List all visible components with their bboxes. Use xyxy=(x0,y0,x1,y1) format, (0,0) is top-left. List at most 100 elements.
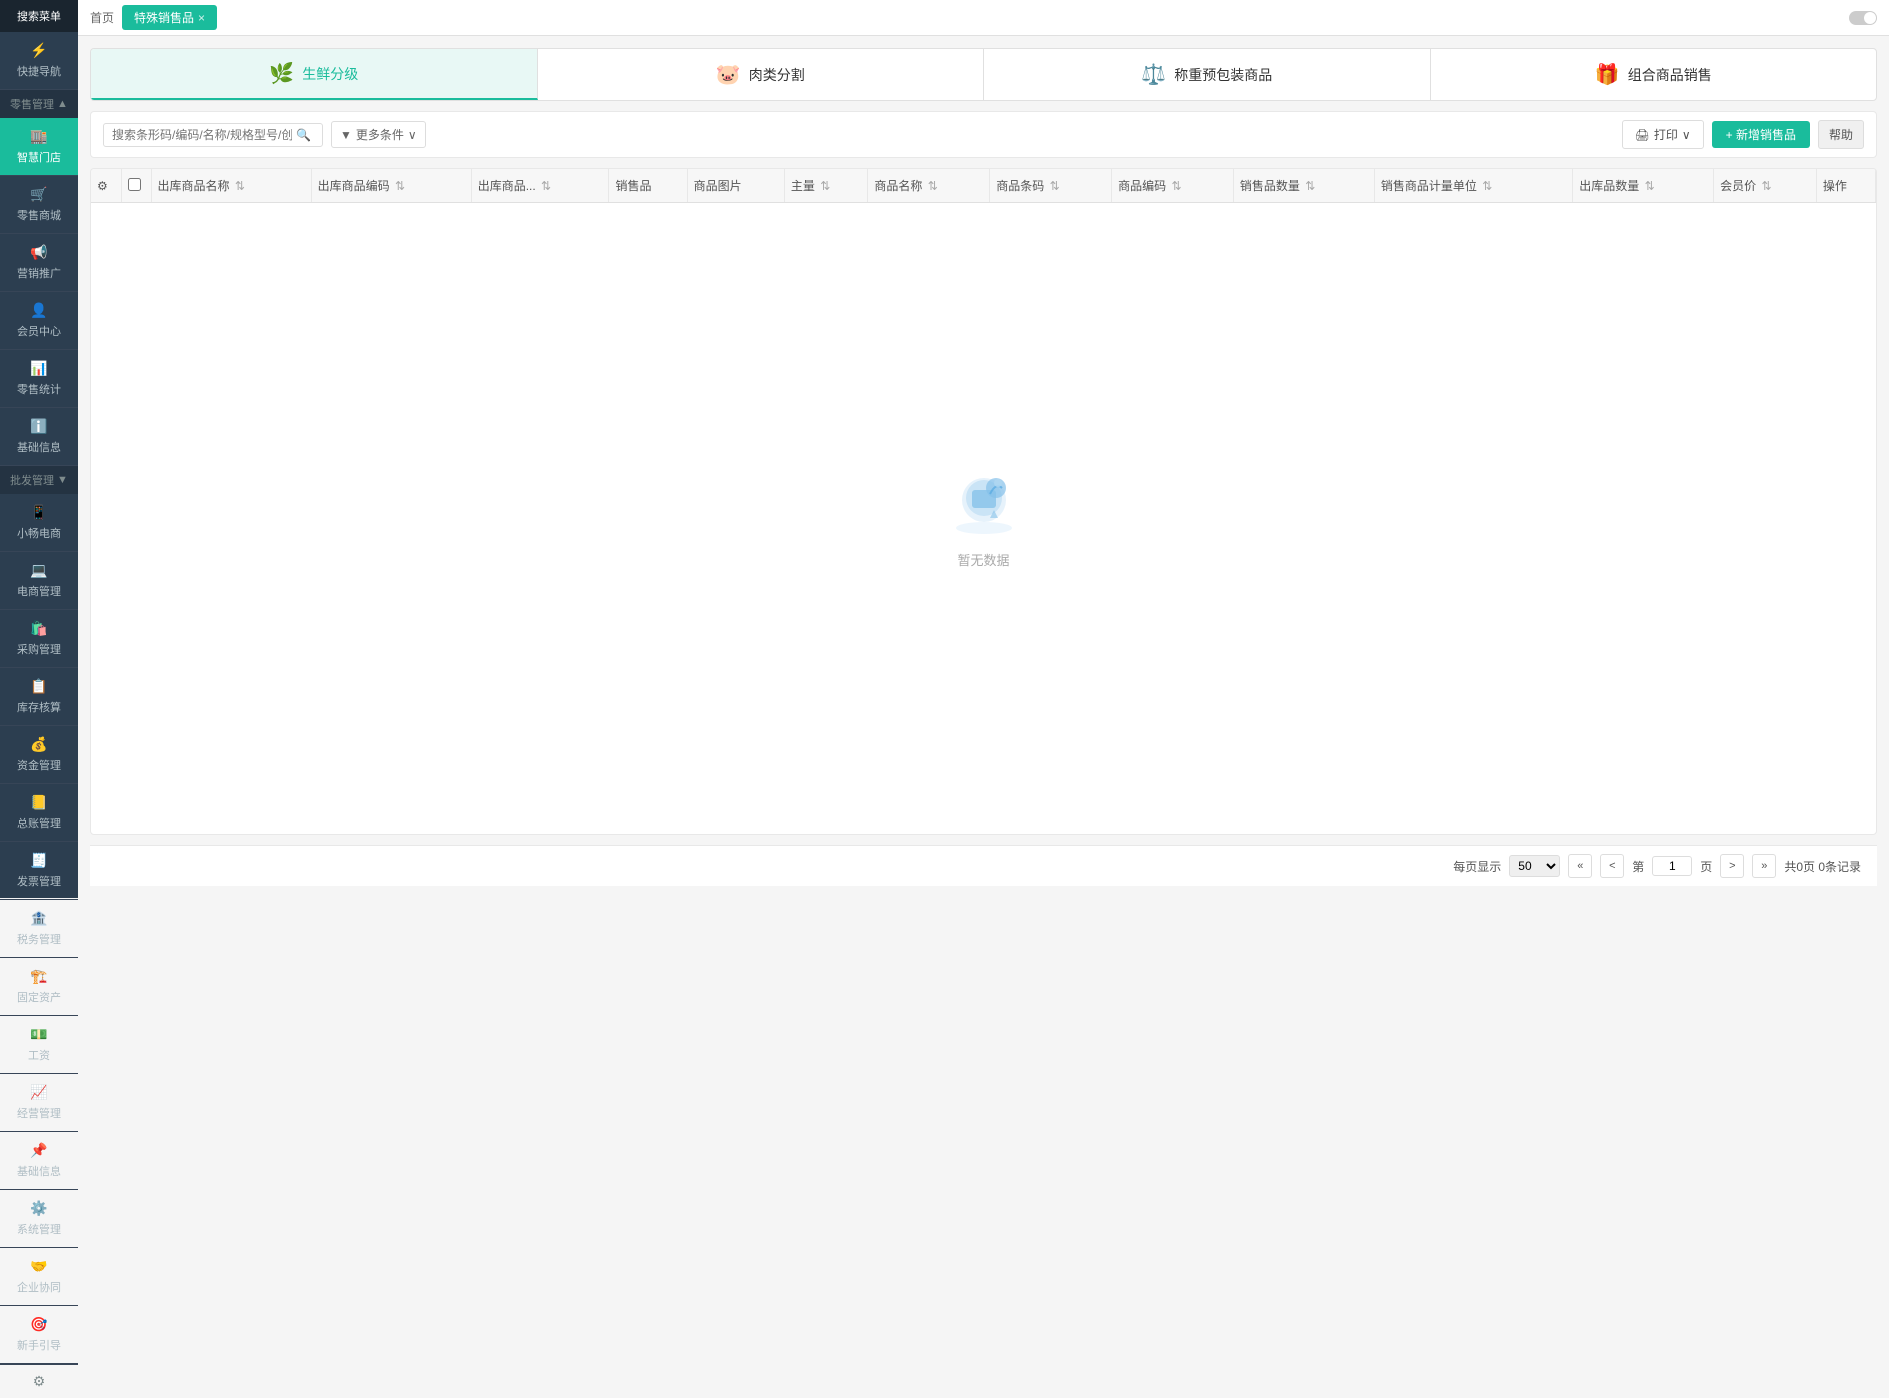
col-sale-item[interactable]: 销售品 xyxy=(609,169,687,203)
col-out-name[interactable]: 出库商品名称 ⇅ xyxy=(151,169,311,203)
print-button[interactable]: 🖨 打印 ∨ xyxy=(1622,120,1704,149)
filter-button[interactable]: ▼ 更多条件 ∨ xyxy=(331,121,426,148)
last-page-button[interactable]: » xyxy=(1752,854,1776,878)
tab-combo-sales[interactable]: 🎁 组合商品销售 xyxy=(1431,49,1877,100)
pagination: 每页显示 50 100 200 « < 第 页 > » 共0页 0条记录 xyxy=(90,845,1877,886)
sidebar-item-label: 税务管理 xyxy=(17,931,61,947)
col-sale-qty[interactable]: 销售品数量 ⇅ xyxy=(1233,169,1374,203)
sidebar-item-capital-manage[interactable]: 💰 资金管理 xyxy=(0,726,78,784)
topbar-home[interactable]: 首页 xyxy=(90,9,114,26)
sidebar-item-smart-store[interactable]: 🏬 智慧门店 xyxy=(0,118,78,176)
col-out-spec[interactable]: 出库商品... ⇅ xyxy=(471,169,609,203)
sidebar-item-company[interactable]: 🤝 企业协同 xyxy=(0,1248,78,1306)
col-product-img[interactable]: 商品图片 xyxy=(687,169,784,203)
topbar-right xyxy=(1849,11,1877,25)
sidebar-item-label: 采购管理 xyxy=(17,641,61,657)
filter-label: 更多条件 xyxy=(356,126,404,143)
col-member-price[interactable]: 会员价 ⇅ xyxy=(1714,169,1817,203)
data-table-wrap: ⚙ 出库商品名称 ⇅ 出库商品编码 ⇅ 出库商品... ⇅ xyxy=(90,168,1877,835)
new-guide-icon: 🎯 xyxy=(30,1316,47,1333)
general-ledger-icon: 📒 xyxy=(30,794,47,811)
basic-info2-icon: 📌 xyxy=(30,1142,47,1159)
sidebar-item-label: 新手引导 xyxy=(17,1337,61,1353)
sidebar-item-sales-promo[interactable]: 📢 营销推广 xyxy=(0,234,78,292)
tab-combo-sales-label: 组合商品销售 xyxy=(1628,65,1712,85)
chevron-down-icon2: ▼ xyxy=(57,474,68,486)
sidebar-item-stock-check[interactable]: 📋 库存核算 xyxy=(0,668,78,726)
sort-icon6: ⇅ xyxy=(1050,179,1060,193)
tax-icon: 🏦 xyxy=(30,910,47,927)
topbar: 首页 特殊销售品 × xyxy=(78,0,1889,36)
page-input[interactable] xyxy=(1652,856,1692,876)
main-content: 首页 特殊销售品 × 🌿 生鲜分级 🐷 肉类分割 ⚖️ 称重预包装商品 xyxy=(78,0,1889,898)
sidebar-item-member-center[interactable]: 👤 会员中心 xyxy=(0,292,78,350)
purchase-manage-icon: 🛍️ xyxy=(30,620,47,637)
search-box[interactable]: 🔍 xyxy=(103,123,323,147)
table-header: ⚙ 出库商品名称 ⇅ 出库商品编码 ⇅ 出库商品... ⇅ xyxy=(91,169,1876,203)
select-all-checkbox[interactable] xyxy=(128,178,141,191)
sidebar-item-tax[interactable]: 🏦 税务管理 xyxy=(0,900,78,958)
search-icon: 🔍 xyxy=(296,128,311,142)
sidebar-item-label: 固定资产 xyxy=(17,989,61,1005)
help-button[interactable]: 帮助 xyxy=(1818,120,1864,149)
topbar-tab-close[interactable]: × xyxy=(198,11,205,25)
weight-pack-icon: ⚖️ xyxy=(1141,62,1166,87)
tab-meat-cut[interactable]: 🐷 肉类分割 xyxy=(538,49,985,100)
print-label: 打印 xyxy=(1654,126,1678,143)
sidebar-item-label: 系统管理 xyxy=(17,1221,61,1237)
page-size-select[interactable]: 50 100 200 xyxy=(1509,855,1560,877)
col-settings[interactable]: ⚙ xyxy=(91,169,121,203)
member-center-icon: 👤 xyxy=(30,302,47,319)
capital-manage-icon: 💰 xyxy=(30,736,47,753)
col-main-unit[interactable]: 主量 ⇅ xyxy=(784,169,868,203)
sidebar: 搜索菜单 ⚡ 快捷导航 零售管理 ▲ 🏬 智慧门店 🛒 零售商城 📢 营销推广 … xyxy=(0,0,78,898)
sidebar-item-mini-ecom[interactable]: 📱 小畅电商 xyxy=(0,494,78,552)
sidebar-item-ecom-manage[interactable]: 💻 电商管理 xyxy=(0,552,78,610)
sidebar-item-invoice[interactable]: 🧾 发票管理 xyxy=(0,842,78,900)
sidebar-item-wages[interactable]: 💵 工资 xyxy=(0,1016,78,1074)
sort-icon9: ⇅ xyxy=(1482,179,1492,193)
sidebar-item-retail-mall[interactable]: 🛒 零售商城 xyxy=(0,176,78,234)
sidebar-item-system-manage[interactable]: ⚙️ 系统管理 xyxy=(0,1190,78,1248)
sidebar-item-general-ledger[interactable]: 📒 总账管理 xyxy=(0,784,78,842)
col-product-code[interactable]: 商品编码 ⇅ xyxy=(1112,169,1234,203)
col-out-qty[interactable]: 出库品数量 ⇅ xyxy=(1573,169,1714,203)
toolbar: 🔍 ▼ 更多条件 ∨ 🖨 打印 ∨ + 新增销售品 帮助 xyxy=(90,111,1877,158)
sidebar-item-retail-stats[interactable]: 📊 零售统计 xyxy=(0,350,78,408)
sidebar-item-label: 零售统计 xyxy=(17,381,61,397)
topbar-toggle[interactable] xyxy=(1849,11,1877,25)
sidebar-item-fixed-assets[interactable]: 🏗️ 固定资产 xyxy=(0,958,78,1016)
prev-page-button[interactable]: < xyxy=(1600,854,1624,878)
sidebar-item-quick-nav[interactable]: ⚡ 快捷导航 xyxy=(0,32,78,90)
col-checkbox[interactable] xyxy=(121,169,151,203)
gear-button[interactable]: ⚙ xyxy=(0,1365,78,1398)
page-size-label: 每页显示 xyxy=(1453,858,1501,875)
topbar-active-tab[interactable]: 特殊销售品 × xyxy=(122,5,217,30)
tab-weight-pack[interactable]: ⚖️ 称重预包装商品 xyxy=(984,49,1431,100)
tab-fresh-grade[interactable]: 🌿 生鲜分级 xyxy=(91,49,538,100)
next-page-button[interactable]: > xyxy=(1720,854,1744,878)
sidebar-item-business-manage[interactable]: 📈 经营管理 xyxy=(0,1074,78,1132)
empty-icon xyxy=(944,468,1024,538)
col-operation: 操作 xyxy=(1816,169,1875,203)
sidebar-item-purchase-manage[interactable]: 🛍️ 采购管理 xyxy=(0,610,78,668)
sort-icon: ⇅ xyxy=(235,179,245,193)
sidebar-section-retail[interactable]: 零售管理 ▲ xyxy=(0,90,78,118)
new-product-button[interactable]: + 新增销售品 xyxy=(1712,121,1810,148)
col-sale-unit[interactable]: 销售商品计量单位 ⇅ xyxy=(1374,169,1572,203)
sidebar-item-basic-info[interactable]: ℹ️ 基础信息 xyxy=(0,408,78,466)
sidebar-item-new-guide[interactable]: 🎯 新手引导 xyxy=(0,1306,78,1364)
toolbar-right: 🖨 打印 ∨ + 新增销售品 帮助 xyxy=(1622,120,1864,149)
col-out-code[interactable]: 出库商品编码 ⇅ xyxy=(311,169,471,203)
sidebar-bottom: ⚙ xyxy=(0,1364,78,1398)
sidebar-item-basic-info2[interactable]: 📌 基础信息 xyxy=(0,1132,78,1190)
sidebar-section-wholesale[interactable]: 批发管理 ▼ xyxy=(0,466,78,494)
search-input[interactable] xyxy=(112,128,292,142)
first-page-button[interactable]: « xyxy=(1568,854,1592,878)
sidebar-item-label: 发票管理 xyxy=(17,873,61,889)
col-product-name[interactable]: 商品名称 ⇅ xyxy=(868,169,990,203)
sidebar-item-label: 快捷导航 xyxy=(17,63,61,79)
sidebar-logo[interactable]: 搜索菜单 xyxy=(0,0,78,32)
col-barcode[interactable]: 商品条码 ⇅ xyxy=(990,169,1112,203)
fresh-grade-icon: 🌿 xyxy=(269,61,294,86)
